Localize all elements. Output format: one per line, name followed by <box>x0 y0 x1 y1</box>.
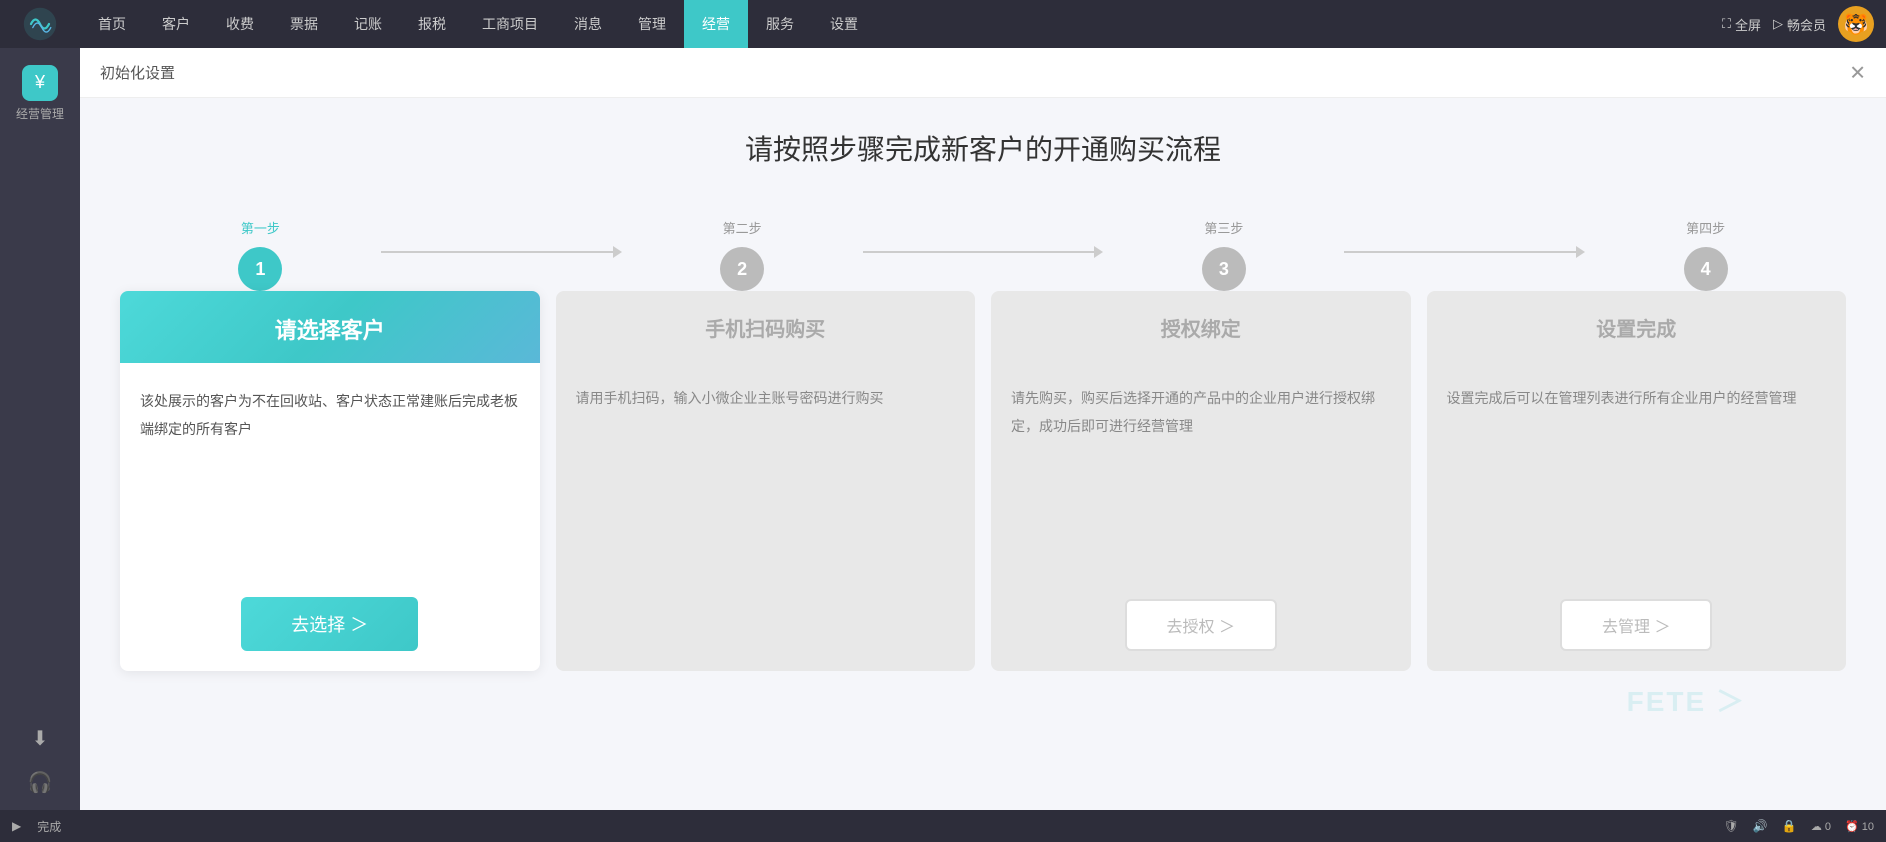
main-content: 初始化设置 ✕ 请按照步骤完成新客户的开通购买流程 第一步 1 第二步 2 <box>80 48 1886 810</box>
nav-customer[interactable]: 客户 <box>144 0 208 48</box>
step-3-card-body: 请先购买，购买后选择开通的产品中的企业用户进行授权绑定，成功后即可进行经营管理 <box>991 360 1411 579</box>
fullscreen-button[interactable]: ⛶ 全屏 <box>1722 15 1761 34</box>
step-3-action-button[interactable]: 去授权 ＞ <box>1125 599 1277 651</box>
sidebar-bottom: ⬇ 🎧 <box>22 720 58 810</box>
fullscreen-label: 全屏 <box>1735 15 1761 34</box>
step-1-card-footer: 去选择 ＞ <box>120 577 540 671</box>
step-4-label: 第四步 <box>1686 218 1725 237</box>
step-1-card-body: 该处展示的客户为不在回收站、客户状态正常建账后完成老板端绑定的所有客户 <box>120 363 540 577</box>
fullscreen-icon: ⛶ <box>1722 16 1731 32</box>
nav-fees[interactable]: 收费 <box>208 0 272 48</box>
step-2-card-body: 请用手机扫码，输入小微企业主账号密码进行购买 <box>556 360 976 631</box>
step-4-action-button[interactable]: 去管理 ＞ <box>1560 599 1712 651</box>
nav-home[interactable]: 首页 <box>80 0 144 48</box>
play-icon: ▷ <box>1773 16 1783 32</box>
volume-icon: 🔊 <box>1753 819 1768 833</box>
avatar[interactable]: 🐯 <box>1838 6 1874 42</box>
step-2-card: 手机扫码购买 请用手机扫码，输入小微企业主账号密码进行购买 <box>556 291 976 671</box>
connector-2-3 <box>863 246 1104 258</box>
clock-icon: ⏰ 10 <box>1845 820 1874 833</box>
connector-3-4 <box>1344 246 1585 258</box>
nav-right-area: ⛶ 全屏 ▷ 畅会员 🐯 <box>1722 6 1874 42</box>
connector-arrow <box>1576 246 1585 258</box>
step-3-circle: 3 <box>1202 247 1246 291</box>
connector-arrow <box>613 246 622 258</box>
step-4-card-body: 设置完成后可以在管理列表进行所有企业用户的经营管理 <box>1427 360 1847 579</box>
lock-icon: 🔒 <box>1782 819 1797 833</box>
status-text: 完成 <box>37 818 61 835</box>
top-navigation: 首页 客户 收费 票据 记账 报税 工商项目 消息 管理 经营 服务 设置 ⛶ … <box>0 0 1886 48</box>
page-header: 初始化设置 ✕ <box>80 48 1886 98</box>
play-button[interactable]: ▶ <box>12 819 21 833</box>
app-logo <box>0 0 80 48</box>
step-2-header: 第二步 2 <box>622 218 863 291</box>
step-2-card-footer <box>556 631 976 671</box>
nav-tax[interactable]: 报税 <box>400 0 464 48</box>
nav-settings[interactable]: 设置 <box>812 0 876 48</box>
operations-icon: ¥ <box>22 65 58 101</box>
nav-management[interactable]: 管理 <box>620 0 684 48</box>
step-3-card: 授权绑定 请先购买，购买后选择开通的产品中的企业用户进行授权绑定，成功后即可进行… <box>991 291 1411 671</box>
close-button[interactable]: ✕ <box>1849 60 1866 85</box>
nav-messages[interactable]: 消息 <box>556 0 620 48</box>
download-icon[interactable]: ⬇ <box>22 720 58 756</box>
nav-accounting[interactable]: 记账 <box>336 0 400 48</box>
nav-operations[interactable]: 经营 <box>684 0 748 48</box>
step-2-circle: 2 <box>720 247 764 291</box>
cloud-icon: ☁ 0 <box>1811 820 1831 833</box>
connector-1-2 <box>381 246 622 258</box>
member-button[interactable]: ▷ 畅会员 <box>1773 15 1826 34</box>
page-title: 初始化设置 <box>100 62 175 83</box>
wizard-title: 请按照步骤完成新客户的开通购买流程 <box>120 128 1846 168</box>
fete-watermark: FETE ＞ <box>1627 680 1746 720</box>
step-4-card-footer: 去管理 ＞ <box>1427 579 1847 671</box>
cards-row: 请选择客户 该处展示的客户为不在回收站、客户状态正常建账后完成老板端绑定的所有客… <box>120 291 1846 671</box>
status-bar-right: 🛡 🔊 🔒 ☁ 0 ⏰ 10 <box>1724 819 1874 833</box>
sidebar-item-operations[interactable]: ¥ 经营管理 <box>0 58 80 128</box>
connector-arrow <box>1094 246 1103 258</box>
connector-line <box>381 251 613 253</box>
member-label: 畅会员 <box>1787 15 1826 34</box>
step-1-action-button[interactable]: 去选择 ＞ <box>241 597 418 651</box>
left-sidebar: ¥ 经营管理 ⬇ 🎧 <box>0 48 80 810</box>
step-4-card: 设置完成 设置完成后可以在管理列表进行所有企业用户的经营管理 去管理 ＞ <box>1427 291 1847 671</box>
step-2-card-title: 手机扫码购买 <box>556 291 976 360</box>
step-1-circle: 1 <box>238 247 282 291</box>
step-2-label: 第二步 <box>723 218 762 237</box>
sidebar-item-label: 经营管理 <box>16 105 64 122</box>
headset-icon[interactable]: 🎧 <box>22 764 58 800</box>
nav-services[interactable]: 服务 <box>748 0 812 48</box>
shield-icon: 🛡 <box>1724 819 1739 833</box>
connector-line <box>863 251 1095 253</box>
step-3-label: 第三步 <box>1204 218 1243 237</box>
step-3-card-title: 授权绑定 <box>991 291 1411 360</box>
status-bar: ▶ 完成 🛡 🔊 🔒 ☁ 0 ⏰ 10 <box>0 810 1886 842</box>
step-1-card-title: 请选择客户 <box>120 291 540 363</box>
step-3-card-footer: 去授权 ＞ <box>991 579 1411 671</box>
step-4-circle: 4 <box>1684 247 1728 291</box>
nav-business[interactable]: 工商项目 <box>464 0 556 48</box>
step-4-header: 第四步 4 <box>1585 218 1826 291</box>
step-1-label: 第一步 <box>241 218 280 237</box>
step-1-header: 第一步 1 <box>140 218 381 291</box>
connector-line <box>1344 251 1576 253</box>
wizard-area: 请按照步骤完成新客户的开通购买流程 第一步 1 第二步 2 <box>80 98 1886 701</box>
nav-menu: 首页 客户 收费 票据 记账 报税 工商项目 消息 管理 经营 服务 设置 <box>80 0 1722 48</box>
step-1-card: 请选择客户 该处展示的客户为不在回收站、客户状态正常建账后完成老板端绑定的所有客… <box>120 291 540 671</box>
step-3-header: 第三步 3 <box>1103 218 1344 291</box>
nav-bills[interactable]: 票据 <box>272 0 336 48</box>
step-4-card-title: 设置完成 <box>1427 291 1847 360</box>
